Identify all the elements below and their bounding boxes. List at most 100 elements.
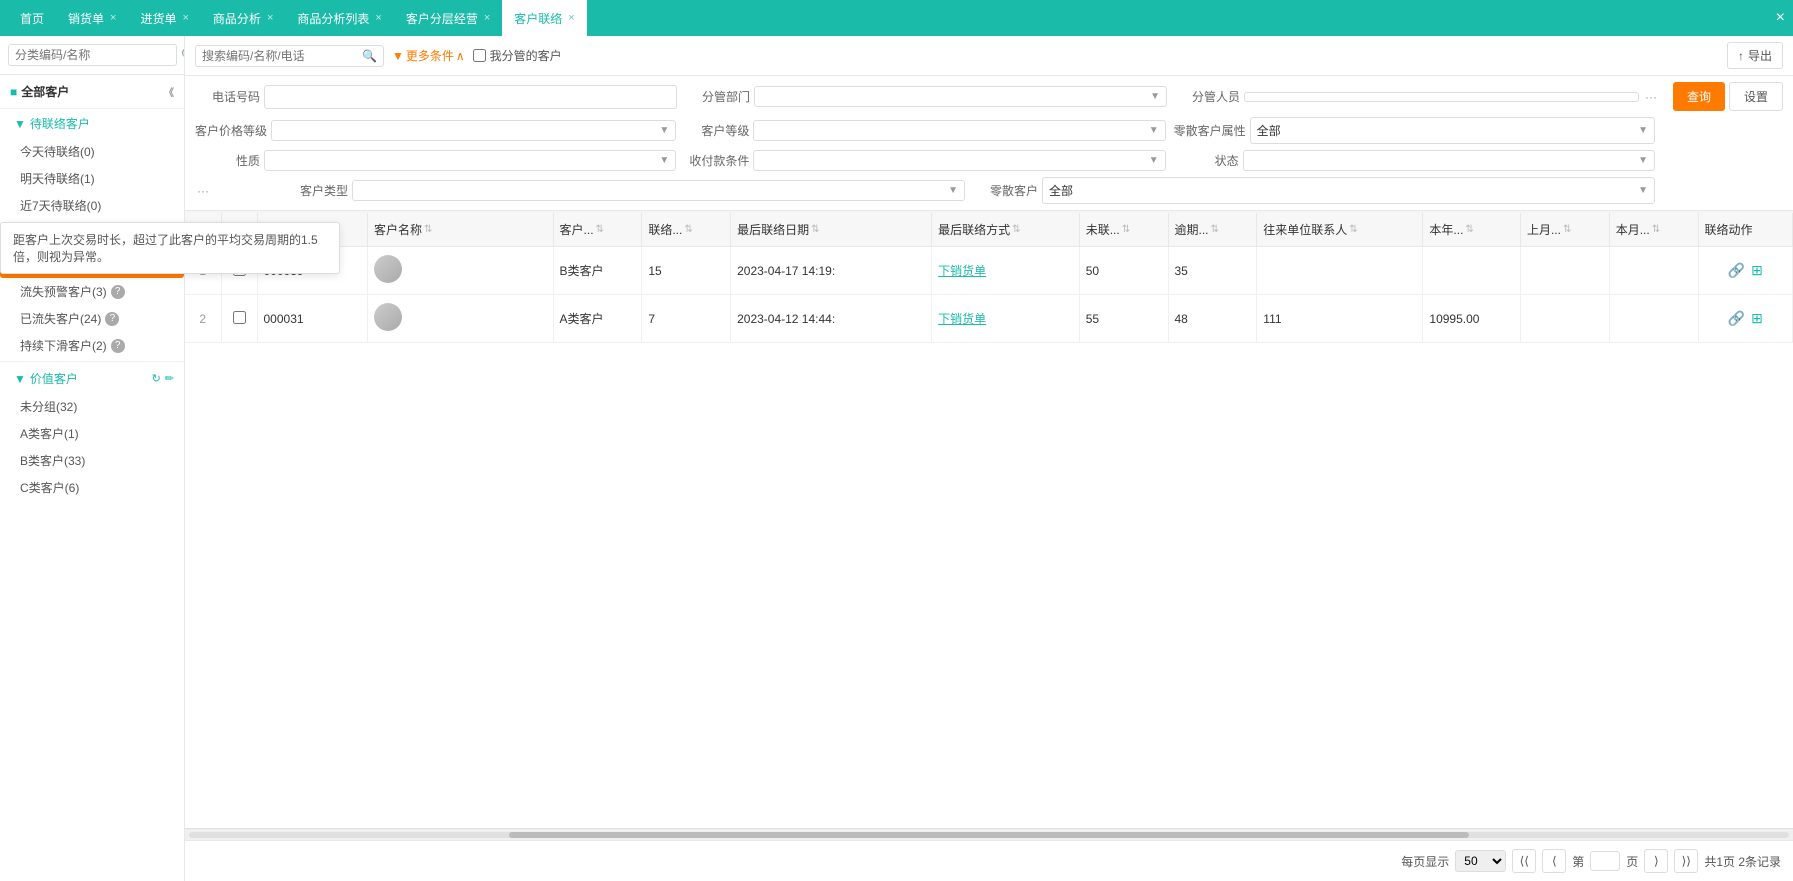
more-dots-icon[interactable]: ··· [197,184,209,198]
filter-customer-type: 客户类型 ▼ [283,180,965,201]
sidebar-item-ungrouped[interactable]: 未分组(32) [0,393,184,420]
row-num: 2 [185,295,221,343]
overdue-sort-icon[interactable]: ⇅ [1211,224,1219,235]
action-grid-icon[interactable]: ⊞ [1751,310,1763,327]
sidebar-item-b-class[interactable]: B类客户(33) [0,447,184,474]
last-date-sort-icon[interactable]: ⇅ [811,224,819,235]
nav-home[interactable]: 首页 [8,0,56,36]
sidebar-item-tomorrow-contact[interactable]: 明天待联络(1) [0,165,184,192]
nav-purchase-order[interactable]: 进货单 × [128,0,200,36]
search-icon[interactable]: 🔍 [362,49,377,63]
close-product-analysis-icon[interactable]: × [267,12,273,24]
close-sales-order-icon[interactable]: × [110,12,116,24]
advanced-filter: 电话号码 分管部门 ▼ 分管人员 ··· [185,76,1793,211]
this-month-sort-icon[interactable]: ⇅ [1652,224,1660,235]
sidebar-item-a-class[interactable]: A类客户(1) [0,420,184,447]
sidebar-item-churned[interactable]: 已流失客户(24) ? [0,305,184,332]
retail-attr-select[interactable]: 全部 ▼ [1250,117,1655,144]
row-contact-count: 7 [642,295,731,343]
price-level-select[interactable]: ▼ [271,120,676,141]
sidebar-group-value[interactable]: ▼ 价值客户 ↻ ✏ [0,364,184,393]
nav-customer-contact[interactable]: 客户联络 × [502,0,586,36]
nav-sales-order[interactable]: 销货单 × [56,0,128,36]
close-customer-segment-icon[interactable]: × [484,12,490,24]
action-link-icon[interactable]: 🔗 [1728,262,1745,279]
last-method-sort-icon[interactable]: ⇅ [1012,224,1020,235]
value-group-refresh-icon[interactable]: ↻ [152,372,161,385]
row-last-contact-method: 下销货单 [932,247,1080,295]
row-type: A类客户 [553,295,642,343]
customer-avatar [374,255,402,283]
nav-customer-segment[interactable]: 客户分层经营 × [394,0,502,36]
sidebar-item-c-class[interactable]: C类客户(6) [0,474,184,501]
tooltip-box: 距客户上次交易时长，超过了此客户的平均交易周期的1.5倍，则视为异常。 [185,222,340,274]
contact-method-link[interactable]: 下销货单 [938,264,986,278]
prev-page-button[interactable]: ⟨ [1542,849,1566,873]
type-sort-icon[interactable]: ⇅ [596,224,604,235]
row-no-contact: 55 [1079,295,1168,343]
query-button[interactable]: 查询 [1673,82,1725,111]
pagination: 每页显示 102050100 ⟨⟨ ⟨ 第 1 页 ⟩ ⟩⟩ 共1页 2条记录 [185,840,1793,881]
payment-select[interactable]: ▼ [753,150,1165,171]
close-product-analysis-list-icon[interactable]: × [375,12,381,24]
col-overdue: 逾期... ⇅ [1168,213,1257,247]
row-actions: 🔗 ⊞ [1698,295,1793,343]
my-customers-checkbox[interactable] [473,49,486,62]
filter-price-level: 客户价格等级 ▼ [195,120,676,141]
sidebar-group-waiting[interactable]: ▼ 待联络客户 [0,109,184,138]
row-contact-person [1257,247,1423,295]
settings-button[interactable]: 设置 [1729,82,1783,111]
action-link-icon[interactable]: 🔗 [1728,310,1745,327]
next-page-button[interactable]: ⟩ [1644,849,1668,873]
manager-dots-icon[interactable]: ··· [1645,90,1657,104]
nav-product-analysis[interactable]: 商品分析 × [201,0,285,36]
nature-select[interactable]: ▼ [264,150,676,171]
first-page-button[interactable]: ⟨⟨ [1512,849,1536,873]
sidebar-item-7day-contact[interactable]: 近7天待联络(0) [0,192,184,219]
row-last-month [1520,295,1609,343]
row-checkbox[interactable] [233,311,246,324]
dept-select[interactable]: ▼ [754,86,1167,107]
close-customer-contact-icon[interactable]: × [568,12,574,24]
row-last-contact-method: 下销货单 [932,295,1080,343]
last-month-sort-icon[interactable]: ⇅ [1563,224,1571,235]
last-page-button[interactable]: ⟩⟩ [1674,849,1698,873]
sidebar-search-input[interactable] [8,44,177,66]
retail-customer-select[interactable]: 全部 ▼ [1042,177,1655,204]
name-sort-icon[interactable]: ⇅ [424,224,432,235]
no-contact-sort-icon[interactable]: ⇅ [1122,224,1130,235]
phone-input[interactable] [264,85,677,109]
close-purchase-order-icon[interactable]: × [182,12,188,24]
horizontal-scrollbar[interactable] [185,828,1793,840]
page-number-input[interactable]: 1 [1590,851,1620,871]
my-customers-checkbox-area: 我分管的客户 [473,47,562,64]
this-year-sort-icon[interactable]: ⇅ [1465,224,1473,235]
sidebar-item-churn-warning[interactable]: 流失预警客户(3) ? [0,278,184,305]
sidebar-collapse-icon[interactable]: 《 [164,84,174,99]
action-grid-icon[interactable]: ⊞ [1751,262,1763,279]
per-page-select[interactable]: 102050100 [1455,850,1506,872]
more-conditions-button[interactable]: ▼ 更多条件 ∧ [392,47,465,64]
row-name [367,295,553,343]
col-contact-count: 联络... ⇅ [642,213,731,247]
contact-person-sort-icon[interactable]: ⇅ [1349,224,1357,235]
sidebar-item-today-contact[interactable]: 今天待联络(0) [0,138,184,165]
sidebar-item-declining[interactable]: 持续下滑客户(2) ? [0,332,184,359]
window-close-button[interactable]: × [1776,9,1785,27]
nav-product-analysis-list[interactable]: 商品分析列表 × [285,0,393,36]
retail-customer-arrow: ▼ [1638,185,1648,196]
export-button[interactable]: ↑ 导出 [1727,42,1783,69]
search-input[interactable] [202,49,362,63]
declining-info-icon: ? [111,339,125,353]
filter-more-dots: ··· [195,184,275,198]
manager-select[interactable] [1244,92,1639,102]
value-group-edit-icon[interactable]: ✏ [165,372,174,385]
customer-level-select[interactable]: ▼ [753,120,1165,141]
sidebar-search-area: 🔍 [0,36,184,75]
customer-table: ⚙ 客户编码 ⇅ 客户名称 [185,213,1793,343]
row-actions: 🔗 ⊞ [1698,247,1793,295]
contact-count-sort-icon[interactable]: ⇅ [684,224,692,235]
customer-type-select[interactable]: ▼ [352,180,965,201]
contact-method-link[interactable]: 下销货单 [938,312,986,326]
status-select[interactable]: ▼ [1243,150,1655,171]
